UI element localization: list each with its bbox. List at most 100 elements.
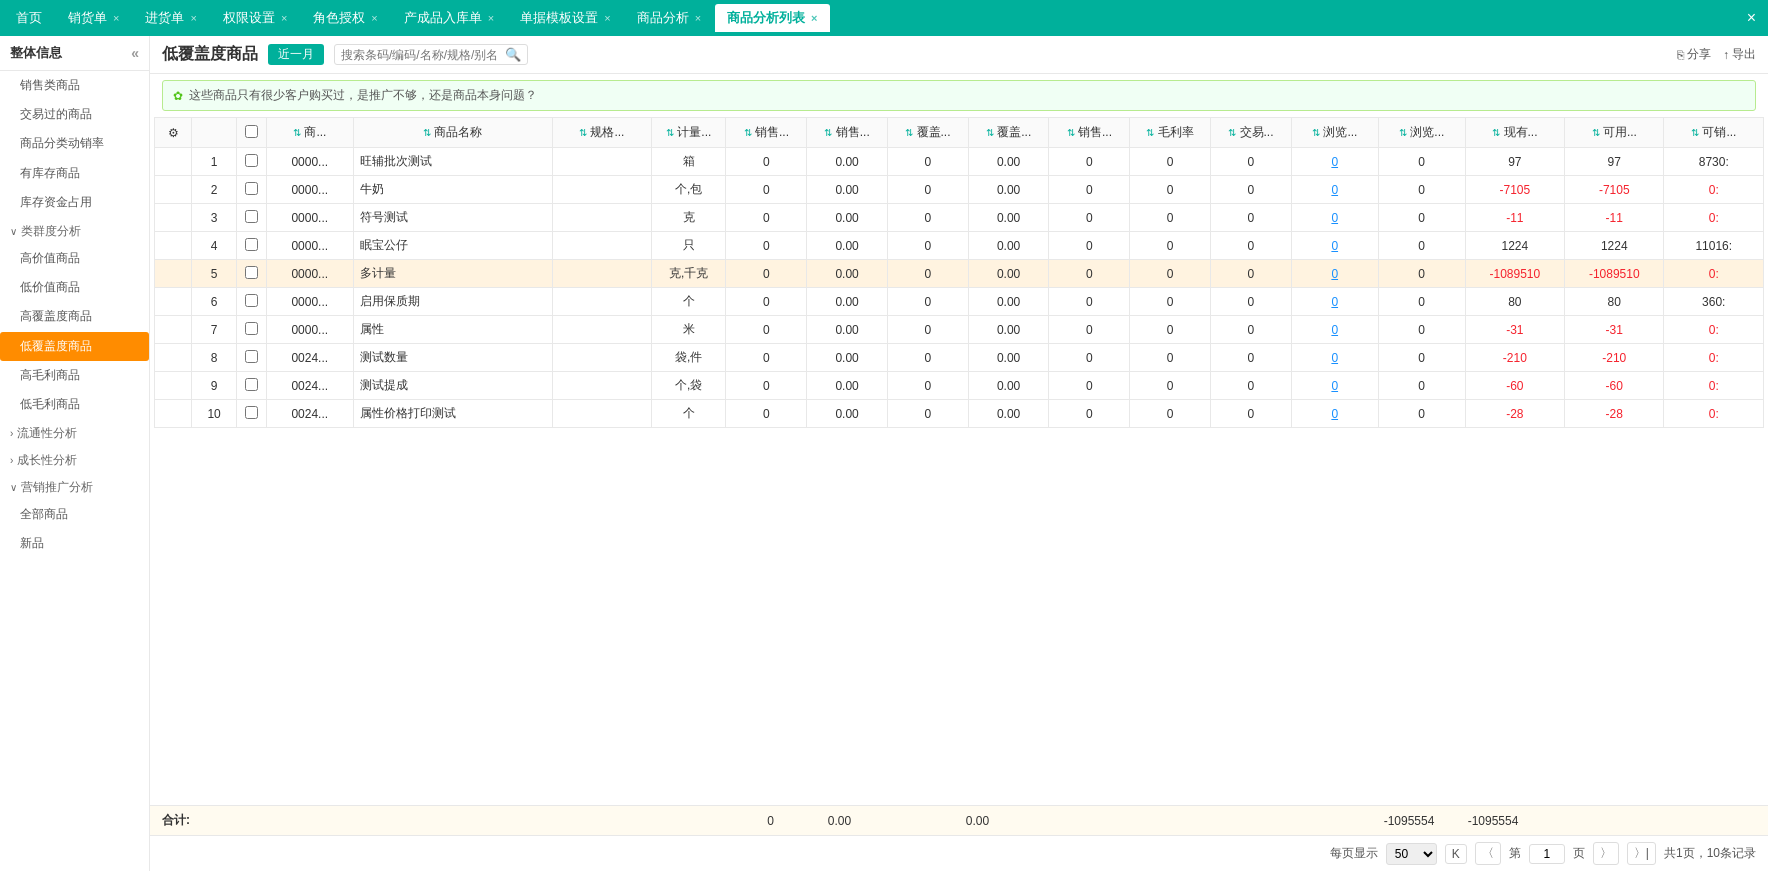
th-sellable[interactable]: ⇅ 可销...	[1664, 118, 1764, 148]
close-icon[interactable]: ×	[113, 4, 119, 32]
th-sales3[interactable]: ⇅ 销售...	[1049, 118, 1130, 148]
row-checkbox[interactable]	[245, 350, 258, 363]
close-icon[interactable]: ×	[371, 4, 377, 32]
page-size-select[interactable]: 50 100 200	[1386, 843, 1437, 865]
th-name[interactable]: ⇅ 商品名称	[353, 118, 552, 148]
th-code[interactable]: ⇅ 商...	[266, 118, 353, 148]
row-checkbox[interactable]	[245, 154, 258, 167]
th-cov2[interactable]: ⇅ 覆盖...	[968, 118, 1049, 148]
sidebar-item-in-stock-goods[interactable]: 有库存商品	[0, 159, 149, 188]
share-button[interactable]: ⎘ 分享	[1677, 46, 1711, 63]
nav-tab-home[interactable]: 首页	[4, 4, 54, 32]
row-checkbox[interactable]	[245, 266, 258, 279]
sidebar-item-low-coverage[interactable]: 低覆盖度商品	[0, 332, 149, 361]
row-checkbox[interactable]	[245, 294, 258, 307]
th-settings[interactable]: ⚙	[155, 118, 192, 148]
cell-b1[interactable]: 0	[1291, 400, 1378, 428]
row-checkbox[interactable]	[245, 182, 258, 195]
th-spec[interactable]: ⇅ 规格...	[552, 118, 651, 148]
cell-checkbox[interactable]	[236, 316, 266, 344]
nav-tab-products-in[interactable]: 产成品入库单 ×	[392, 4, 506, 32]
sidebar-item-traded-goods[interactable]: 交易过的商品	[0, 100, 149, 129]
export-button[interactable]: ↑ 导出	[1723, 46, 1756, 63]
th-cov1[interactable]: ⇅ 覆盖...	[887, 118, 968, 148]
sidebar-group-circulation[interactable]: › 流通性分析	[0, 419, 149, 446]
sidebar-item-high-value[interactable]: 高价值商品	[0, 244, 149, 273]
sidebar-item-low-gross[interactable]: 低毛利商品	[0, 390, 149, 419]
close-icon[interactable]: ×	[695, 4, 701, 32]
row-checkbox[interactable]	[245, 406, 258, 419]
th-checkbox[interactable]	[236, 118, 266, 148]
cell-b1[interactable]: 0	[1291, 372, 1378, 400]
cell-checkbox[interactable]	[236, 400, 266, 428]
nav-tab-analysis[interactable]: 商品分析 ×	[625, 4, 713, 32]
cell-checkbox[interactable]	[236, 372, 266, 400]
nav-tab-sales[interactable]: 销货单 ×	[56, 4, 131, 32]
sidebar-item-category-turnover[interactable]: 商品分类动销率	[0, 129, 149, 158]
cell-b1[interactable]: 0	[1291, 344, 1378, 372]
cell-b1[interactable]: 0	[1291, 204, 1378, 232]
last-page-button[interactable]: 〉|	[1627, 842, 1656, 865]
close-icon[interactable]: ×	[811, 4, 817, 32]
cell-checkbox[interactable]	[236, 204, 266, 232]
cell-b1[interactable]: 0	[1291, 232, 1378, 260]
cell-b1[interactable]: 0	[1291, 260, 1378, 288]
time-filter-button[interactable]: 近一月	[268, 44, 324, 65]
th-browse1[interactable]: ⇅ 浏览...	[1291, 118, 1378, 148]
cell-checkbox[interactable]	[236, 344, 266, 372]
sidebar-item-high-coverage[interactable]: 高覆盖度商品	[0, 302, 149, 331]
cell-checkbox[interactable]	[236, 148, 266, 176]
row-checkbox[interactable]	[245, 238, 258, 251]
page-number-input[interactable]	[1529, 844, 1565, 864]
th-trans[interactable]: ⇅ 交易...	[1210, 118, 1291, 148]
nav-tab-roles[interactable]: 角色授权 ×	[301, 4, 389, 32]
nav-tab-analysis-list[interactable]: 商品分析列表 ×	[715, 4, 829, 32]
sidebar-item-sales-goods[interactable]: 销售类商品	[0, 71, 149, 100]
cell-b1[interactable]: 0	[1291, 176, 1378, 204]
cell-checkbox[interactable]	[236, 288, 266, 316]
cell-b1[interactable]: 0	[1291, 288, 1378, 316]
cell-spec	[552, 400, 651, 428]
sidebar-collapse-button[interactable]: «	[131, 45, 139, 61]
close-icon[interactable]: ×	[281, 4, 287, 32]
sidebar-group-category[interactable]: ∨ 类群度分析	[0, 217, 149, 244]
row-checkbox[interactable]	[245, 378, 258, 391]
cell-b1[interactable]: 0	[1291, 316, 1378, 344]
cell-s2: 0.00	[807, 372, 888, 400]
sidebar-item-stock-capital[interactable]: 库存资金占用	[0, 188, 149, 217]
th-sales1[interactable]: ⇅ 销售...	[726, 118, 807, 148]
sidebar-group-marketing[interactable]: ∨ 营销推广分析	[0, 473, 149, 500]
first-page-button[interactable]: K	[1445, 844, 1467, 864]
close-icon[interactable]: ×	[190, 4, 196, 32]
search-input[interactable]	[341, 48, 501, 62]
sidebar-item-new-goods[interactable]: 新品	[0, 529, 149, 558]
row-checkbox[interactable]	[245, 210, 258, 223]
window-close-button[interactable]: ×	[1739, 9, 1764, 27]
cell-b1[interactable]: 0	[1291, 148, 1378, 176]
sidebar-item-high-gross[interactable]: 高毛利商品	[0, 361, 149, 390]
cell-checkbox[interactable]	[236, 176, 266, 204]
sidebar-item-low-value[interactable]: 低价值商品	[0, 273, 149, 302]
next-page-button[interactable]: 〉	[1593, 842, 1619, 865]
cell-checkbox[interactable]	[236, 232, 266, 260]
nav-tab-templates[interactable]: 单据模板设置 ×	[508, 4, 622, 32]
sidebar-group-growth[interactable]: › 成长性分析	[0, 446, 149, 473]
footer-c2: 0.00	[945, 814, 1010, 828]
close-icon[interactable]: ×	[488, 4, 494, 32]
th-sales2[interactable]: ⇅ 销售...	[807, 118, 888, 148]
nav-tab-permissions[interactable]: 权限设置 ×	[211, 4, 299, 32]
select-all-checkbox[interactable]	[245, 125, 258, 138]
cell-unit: 个	[651, 288, 726, 316]
th-unit[interactable]: ⇅ 计量...	[651, 118, 726, 148]
th-browse2[interactable]: ⇅ 浏览...	[1378, 118, 1465, 148]
th-current[interactable]: ⇅ 现有...	[1465, 118, 1564, 148]
close-icon[interactable]: ×	[604, 4, 610, 32]
search-icon[interactable]: 🔍	[505, 47, 521, 62]
cell-checkbox[interactable]	[236, 260, 266, 288]
nav-tab-purchase[interactable]: 进货单 ×	[133, 4, 208, 32]
sidebar-item-all-goods[interactable]: 全部商品	[0, 500, 149, 529]
th-available[interactable]: ⇅ 可用...	[1565, 118, 1664, 148]
row-checkbox[interactable]	[245, 322, 258, 335]
th-gross[interactable]: ⇅ 毛利率	[1130, 118, 1211, 148]
prev-page-button[interactable]: 〈	[1475, 842, 1501, 865]
